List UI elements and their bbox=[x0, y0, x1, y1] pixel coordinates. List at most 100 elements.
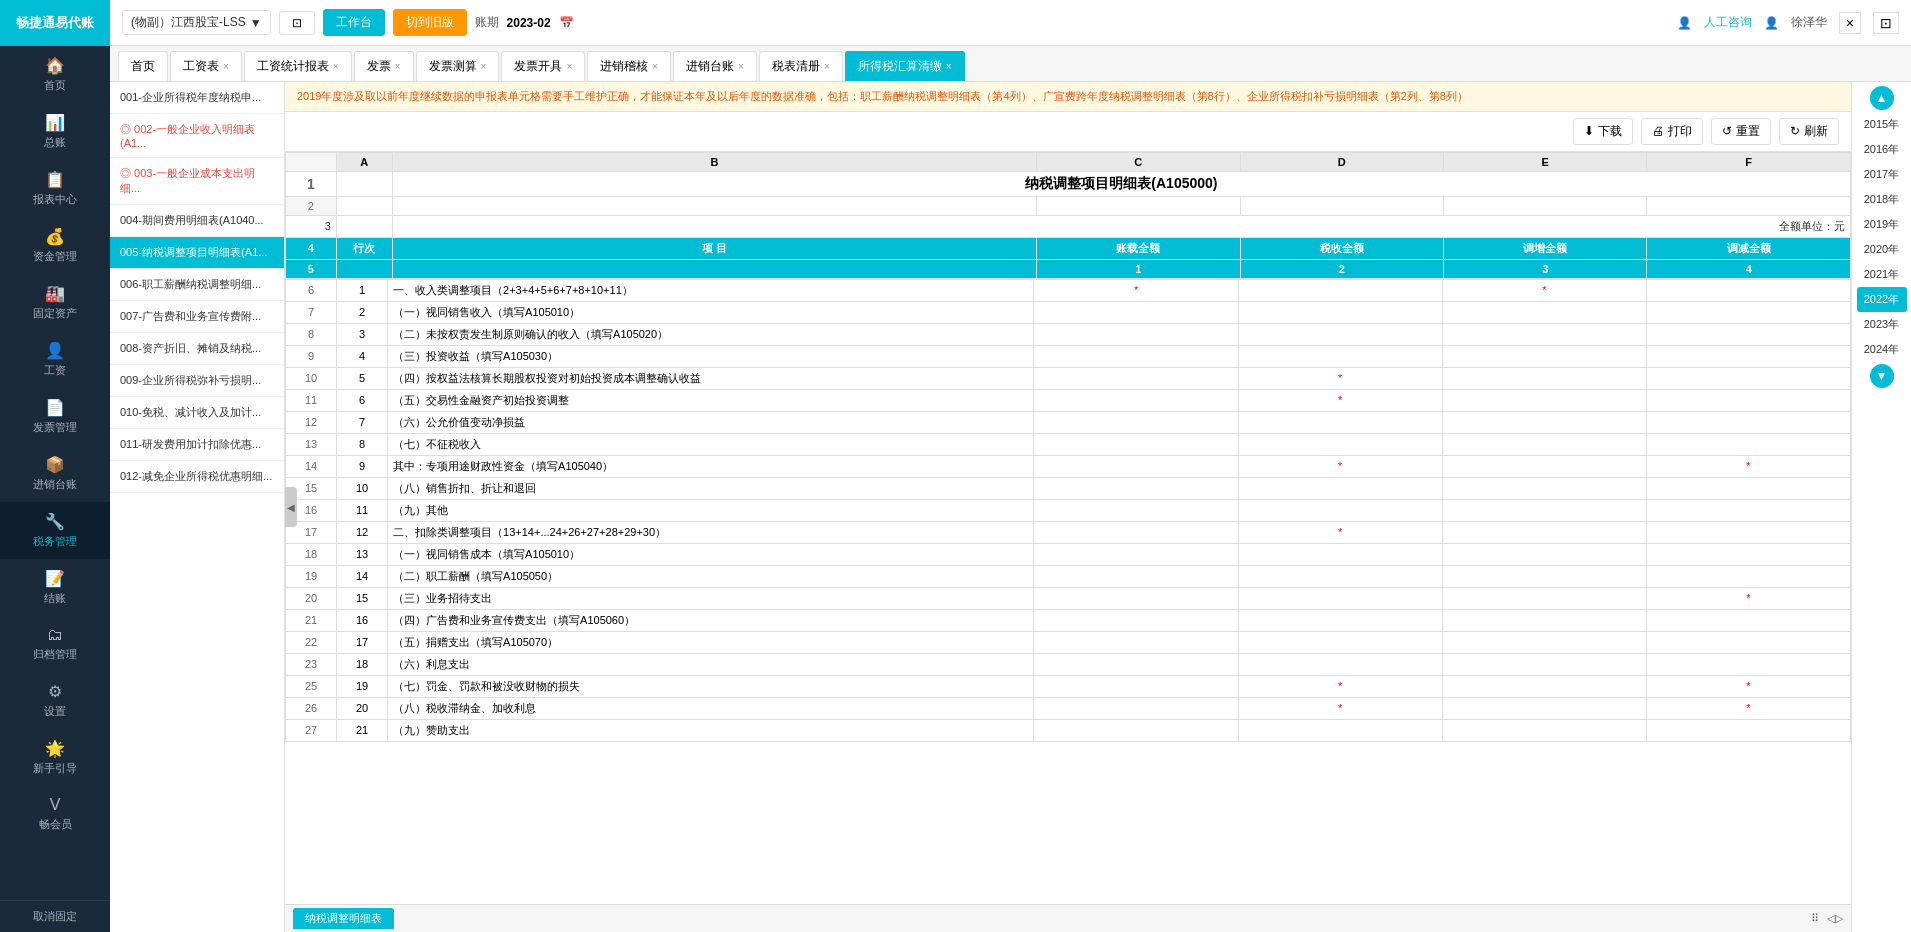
table-row: 7 2 （一）视同销售收入（填写A105010） bbox=[286, 301, 1851, 323]
nav-tabs: 首页 工资表 × 工资统计报表 × 发票 × 发票测算 × 发票开具 × 进销稽… bbox=[110, 46, 1911, 82]
tab-salary[interactable]: 工资表 × bbox=[170, 51, 242, 81]
year-button[interactable]: 2022年 bbox=[1857, 287, 1907, 312]
sidebar-item-label: 发票管理 bbox=[33, 420, 77, 435]
left-item-001[interactable]: 001-企业所得税年度纳税申... bbox=[110, 82, 284, 114]
tab-salary-report-close[interactable]: × bbox=[333, 61, 339, 72]
refresh-button[interactable]: ↻ 刷新 bbox=[1779, 118, 1839, 145]
year-button[interactable]: 2015年 bbox=[1857, 112, 1907, 137]
sidebar-item-label: 税务管理 bbox=[33, 534, 77, 549]
left-item-011[interactable]: 011-研发费用加计扣除优惠... bbox=[110, 429, 284, 461]
table-header-row2: 5 1 2 3 4 bbox=[286, 259, 1851, 278]
tab-invoice-calc[interactable]: 发票测算 × bbox=[416, 51, 500, 81]
left-item-007[interactable]: 007-广告费和业务宣传费附... bbox=[110, 301, 284, 333]
year-button[interactable]: 2019年 bbox=[1857, 212, 1907, 237]
sidebar-item-inventory[interactable]: 📦 进销台账 bbox=[0, 445, 110, 502]
support-label[interactable]: 人工咨询 bbox=[1704, 14, 1752, 31]
settings-icon: ⚙ bbox=[48, 682, 62, 701]
window-pin-button[interactable]: ⊡ bbox=[1873, 12, 1899, 34]
left-item-005[interactable]: 005-纳税调整项目明细表(A1... bbox=[110, 237, 284, 269]
print-button[interactable]: 🖨 打印 bbox=[1641, 118, 1703, 145]
year-button[interactable]: 2020年 bbox=[1857, 237, 1907, 262]
spreadsheet-table: A B C D E F 1 纳税调整项目明细表(A1 bbox=[285, 152, 1851, 279]
left-item-006[interactable]: 006-职工薪酬纳税调整明细... bbox=[110, 269, 284, 301]
company-selector[interactable]: (物副）江西股宝-LSS ▼ bbox=[122, 10, 271, 35]
sidebar-item-reports[interactable]: 📋 报表中心 bbox=[0, 160, 110, 217]
table-row: 26 20 （八）税收滞纳金、加收利息 * * bbox=[286, 697, 1851, 719]
left-item-004[interactable]: 004-期间费用明细表(A1040... bbox=[110, 205, 284, 237]
sidebar-pin[interactable]: 取消固定 bbox=[0, 900, 110, 932]
sidebar-item-member[interactable]: V 畅会员 bbox=[0, 786, 110, 842]
year-button[interactable]: 2016年 bbox=[1857, 137, 1907, 162]
spreadsheet-container[interactable]: A B C D E F 1 纳税调整项目明细表(A1 bbox=[285, 152, 1851, 905]
tab-purchase-check-close[interactable]: × bbox=[652, 61, 658, 72]
sidebar-item-label: 设置 bbox=[44, 704, 66, 719]
download-button[interactable]: ⬇ 下载 bbox=[1573, 118, 1633, 145]
workspace-button[interactable]: 工作台 bbox=[323, 9, 385, 36]
reset-button[interactable]: ↺ 重置 bbox=[1711, 118, 1771, 145]
sidebar-item-label: 新手引导 bbox=[33, 761, 77, 776]
year-down-button[interactable]: ▼ bbox=[1870, 364, 1894, 388]
bottom-sheet-bar: 纳税调整明细表 ⠿ ◁▷ bbox=[285, 904, 1851, 932]
tab-salary-report[interactable]: 工资统计报表 × bbox=[244, 51, 352, 81]
tab-purchase-check[interactable]: 进销稽核 × bbox=[587, 51, 671, 81]
table-title-row: 1 纳税调整项目明细表(A105000) bbox=[286, 171, 1851, 196]
sidebar-item-label: 进销台账 bbox=[33, 477, 77, 492]
table-row: 21 16 （四）广告费和业务宣传费支出（填写A105060） bbox=[286, 609, 1851, 631]
year-button[interactable]: 2018年 bbox=[1857, 187, 1907, 212]
table-row: 19 14 （二）职工薪酬（填写A105050） bbox=[286, 565, 1851, 587]
sidebar-item-close-account[interactable]: 📝 结账 bbox=[0, 559, 110, 616]
tab-purchase-ledger[interactable]: 进销台账 × bbox=[673, 51, 757, 81]
tab-salary-close[interactable]: × bbox=[223, 61, 229, 72]
left-item-009[interactable]: 009-企业所得税弥补亏损明... bbox=[110, 365, 284, 397]
table-row: 13 8 （七）不征税收入 bbox=[286, 433, 1851, 455]
sidebar-item-finance[interactable]: 💰 资金管理 bbox=[0, 217, 110, 274]
sidebar-item-archive[interactable]: 🗂 归档管理 bbox=[0, 616, 110, 672]
right-year-panel: ▲ 2015年2016年2017年2018年2019年2020年2021年202… bbox=[1851, 82, 1911, 932]
year-button[interactable]: 2023年 bbox=[1857, 312, 1907, 337]
year-up-button[interactable]: ▲ bbox=[1870, 86, 1894, 110]
sidebar-item-settings[interactable]: ⚙ 设置 bbox=[0, 672, 110, 729]
copy-btn[interactable]: ⊡ bbox=[279, 11, 315, 35]
sidebar-item-assets[interactable]: 🏭 固定资产 bbox=[0, 274, 110, 331]
left-item-008[interactable]: 008-资产折旧、摊销及纳税... bbox=[110, 333, 284, 365]
sidebar-item-tax[interactable]: 🔧 税务管理 bbox=[0, 502, 110, 559]
window-close-button[interactable]: × bbox=[1839, 12, 1861, 34]
user-avatar: 👤 bbox=[1764, 16, 1779, 30]
left-item-012[interactable]: 012-减免企业所得税优惠明细... bbox=[110, 461, 284, 493]
sidebar-item-guide[interactable]: 🌟 新手引导 bbox=[0, 729, 110, 786]
collapse-panel-btn[interactable]: ◀ bbox=[285, 487, 297, 527]
tab-invoice-issue[interactable]: 发票开具 × bbox=[501, 51, 585, 81]
tab-invoice[interactable]: 发票 × bbox=[354, 51, 414, 81]
assets-icon: 🏭 bbox=[45, 284, 65, 303]
archive-icon: 🗂 bbox=[47, 626, 63, 644]
year-button[interactable]: 2024年 bbox=[1857, 337, 1907, 362]
col-header-f: F bbox=[1647, 152, 1851, 171]
period-label: 账期 bbox=[475, 14, 499, 31]
left-item-003[interactable]: ◎ 003-一般企业成本支出明细... bbox=[110, 158, 284, 205]
chevron-down-icon: ▼ bbox=[250, 16, 262, 30]
tab-home[interactable]: 首页 bbox=[118, 51, 168, 81]
sidebar-item-label: 资金管理 bbox=[33, 249, 77, 264]
tab-tax-clearance-close[interactable]: × bbox=[824, 61, 830, 72]
year-button[interactable]: 2021年 bbox=[1857, 262, 1907, 287]
salary-icon: 👤 bbox=[45, 341, 65, 360]
left-item-010[interactable]: 010-免税、减计收入及加计... bbox=[110, 397, 284, 429]
sidebar-item-invoice[interactable]: 📄 发票管理 bbox=[0, 388, 110, 445]
left-item-002[interactable]: ◎ 002-一般企业收入明细表(A1... bbox=[110, 114, 284, 158]
tab-tax-clearance[interactable]: 税表清册 × bbox=[759, 51, 843, 81]
sidebar-item-ledger[interactable]: 📊 总账 bbox=[0, 103, 110, 160]
sidebar-item-salary[interactable]: 👤 工资 bbox=[0, 331, 110, 388]
tab-income-tax-close[interactable]: × bbox=[946, 61, 952, 72]
table-unit: 全额单位：元 bbox=[392, 215, 1850, 237]
switch-old-button[interactable]: 切到旧版 bbox=[393, 9, 467, 36]
sheet-tab-main[interactable]: 纳税调整明细表 bbox=[293, 908, 394, 929]
tab-income-tax[interactable]: 所得税汇算清缴 × bbox=[845, 51, 965, 81]
sidebar-item-home[interactable]: 🏠 首页 bbox=[0, 46, 110, 103]
tab-invoice-close[interactable]: × bbox=[395, 61, 401, 72]
tab-invoice-calc-close[interactable]: × bbox=[481, 61, 487, 72]
pin-label: 取消固定 bbox=[33, 910, 77, 922]
year-button[interactable]: 2017年 bbox=[1857, 162, 1907, 187]
table-row: 6 1 一、收入类调整项目（2+3+4+5+6+7+8+10+11） * * bbox=[286, 279, 1851, 301]
tab-purchase-ledger-close[interactable]: × bbox=[738, 61, 744, 72]
tab-invoice-issue-close[interactable]: × bbox=[566, 61, 572, 72]
